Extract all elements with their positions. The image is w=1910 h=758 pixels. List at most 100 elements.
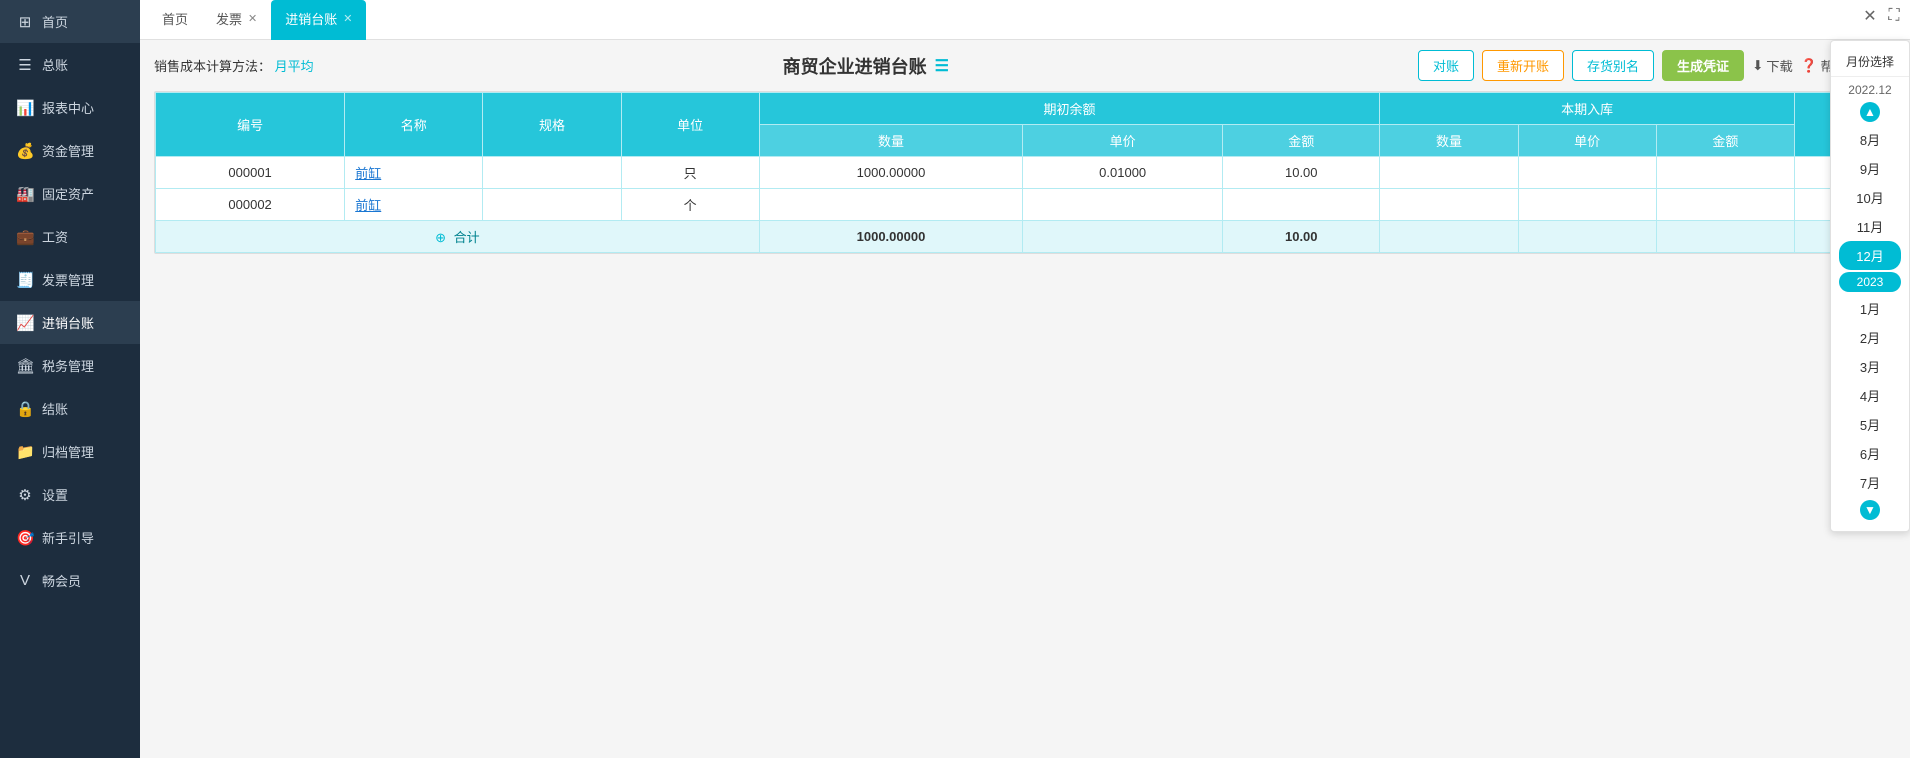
sidebar-label-settings: 设置: [42, 485, 68, 504]
content-area: 销售成本计算方法： 月平均 商贸企业进销台账 ☰ 对账 重新开账 存货别名 生成…: [140, 40, 1910, 758]
sidebar-item-guide[interactable]: 🎯 新手引导: [0, 516, 140, 559]
sidebar-label-invoice-mgmt: 发票管理: [42, 270, 94, 289]
month-prev-button[interactable]: ▲: [1860, 102, 1880, 122]
total-row: ⊕ 合计 1000.00000 10.00: [156, 221, 1895, 253]
tab-bar: 首页 发票 ✕ 进销台账 ✕ ✕ ⛶: [140, 0, 1910, 40]
th-unit-price: 单价: [1023, 125, 1223, 157]
row2-in-qty: [1380, 189, 1518, 221]
month-7[interactable]: 7月: [1831, 468, 1909, 497]
month-2[interactable]: 2月: [1831, 323, 1909, 352]
sidebar-item-member[interactable]: V 畅会员: [0, 559, 140, 602]
total-qty: 1000.00000: [759, 221, 1023, 253]
sidebar-label-ledger: 总账: [42, 55, 68, 74]
home-icon: ⊞: [16, 13, 34, 31]
total-label-cell: ⊕ 合计: [156, 221, 760, 253]
row2-id: 000002: [156, 189, 345, 221]
th-amount: 金额: [1223, 125, 1380, 157]
sidebar-item-ledger[interactable]: ☰ 总账: [0, 43, 140, 86]
month-11[interactable]: 11月: [1831, 212, 1909, 241]
month-4[interactable]: 4月: [1831, 381, 1909, 410]
month-picker-title: 月份选择: [1831, 49, 1909, 77]
row2-in-unit-price: [1518, 189, 1656, 221]
sidebar-label-reports: 报表中心: [42, 98, 94, 117]
sidebar-label-guide: 新手引导: [42, 528, 94, 547]
row1-in-unit-price: [1518, 157, 1656, 189]
th-in-qty: 数量: [1380, 125, 1518, 157]
row1-name[interactable]: 前缸: [345, 157, 483, 189]
settings-icon: ⚙: [16, 486, 34, 504]
row1-amount: 10.00: [1223, 157, 1380, 189]
tab-invoice-close[interactable]: ✕: [248, 12, 257, 25]
month-next-button[interactable]: ▼: [1860, 500, 1880, 520]
payroll-icon: 💼: [16, 228, 34, 246]
table-row: 000001 前缸 只 1000.00000 0.01000 10.00: [156, 157, 1895, 189]
total-in-amount: [1656, 221, 1794, 253]
month-1[interactable]: 1月: [1831, 294, 1909, 323]
sidebar-item-settings[interactable]: ⚙ 设置: [0, 473, 140, 516]
sidebar-item-purchase-sales[interactable]: 📈 进销台账: [0, 301, 140, 344]
row2-spec: [483, 189, 621, 221]
month-3[interactable]: 3月: [1831, 352, 1909, 381]
window-maximize-button[interactable]: ⛶: [1886, 8, 1902, 24]
month-8[interactable]: 8月: [1831, 125, 1909, 154]
purchase-sales-table: 编号 名称 规格 单位 期初余额 本期入库 数 数量 单价 金额 数量 单价: [155, 92, 1895, 253]
total-label: 合计: [454, 230, 480, 245]
sidebar-item-funds[interactable]: 💰 资金管理: [0, 129, 140, 172]
sidebar-item-reports[interactable]: 📊 报表中心: [0, 86, 140, 129]
sidebar-label-tax: 税务管理: [42, 356, 94, 375]
row2-unit: 个: [621, 189, 759, 221]
download-label: 下载: [1766, 56, 1793, 75]
th-name: 名称: [345, 93, 483, 157]
tab-home[interactable]: 首页: [148, 0, 202, 40]
top-info-bar: 销售成本计算方法： 月平均 商贸企业进销台账 ☰ 对账 重新开账 存货别名 生成…: [154, 50, 1896, 81]
sidebar-label-close: 结账: [42, 399, 68, 418]
table-row: 000002 前缸 个: [156, 189, 1895, 221]
month-5[interactable]: 5月: [1831, 410, 1909, 439]
sidebar-item-archive[interactable]: 📁 归档管理: [0, 430, 140, 473]
close-accounts-icon: 🔒: [16, 400, 34, 418]
sidebar-item-payroll[interactable]: 💼 工资: [0, 215, 140, 258]
generate-button[interactable]: 生成凭证: [1662, 50, 1744, 81]
tab-purchase-sales[interactable]: 进销台账 ✕: [271, 0, 366, 40]
page-title-area: 商贸企业进销台账 ☰: [783, 53, 949, 79]
row1-id: 000001: [156, 157, 345, 189]
sidebar-item-tax[interactable]: 🏛 税务管理: [0, 344, 140, 387]
sidebar-item-close[interactable]: 🔒 结账: [0, 387, 140, 430]
tax-icon: 🏛: [16, 357, 34, 375]
archive-icon: 📁: [16, 443, 34, 461]
sidebar-item-assets[interactable]: 🏭 固定资产: [0, 172, 140, 215]
row2-qty: [759, 189, 1023, 221]
download-icon: ⬇: [1752, 58, 1763, 74]
duizhang-button[interactable]: 对账: [1418, 50, 1474, 81]
month-6[interactable]: 6月: [1831, 439, 1909, 468]
tab-purchase-sales-close[interactable]: ✕: [343, 12, 352, 25]
window-close-button[interactable]: ✕: [1862, 8, 1878, 24]
ledger-icon: ☰: [16, 56, 34, 74]
page-title: 商贸企业进销台账: [783, 53, 927, 79]
assets-icon: 🏭: [16, 185, 34, 203]
cunwei-button[interactable]: 存货别名: [1572, 50, 1654, 81]
sidebar-item-invoice-mgmt[interactable]: 🧾 发票管理: [0, 258, 140, 301]
month-10[interactable]: 10月: [1831, 183, 1909, 212]
month-12[interactable]: 12月: [1839, 241, 1901, 270]
total-in-qty: [1380, 221, 1518, 253]
month-nav-down: ▼: [1831, 497, 1909, 523]
tab-invoice-label: 发票: [216, 9, 242, 28]
row2-name[interactable]: 前缸: [345, 189, 483, 221]
reports-icon: 📊: [16, 99, 34, 117]
chongxin-button[interactable]: 重新开账: [1482, 50, 1564, 81]
row1-unit: 只: [621, 157, 759, 189]
tab-invoice[interactable]: 发票 ✕: [202, 0, 271, 40]
month-9[interactable]: 9月: [1831, 154, 1909, 183]
download-button[interactable]: ⬇ 下载: [1752, 56, 1793, 75]
row2-unit-price: [1023, 189, 1223, 221]
help-icon: ❓: [1801, 58, 1818, 74]
sidebar-label-archive: 归档管理: [42, 442, 94, 461]
sidebar-item-home[interactable]: ⊞ 首页: [0, 0, 140, 43]
total-in-unit-price: [1518, 221, 1656, 253]
info-icon[interactable]: ☰: [935, 56, 949, 76]
sidebar-label-member: 畅会员: [42, 571, 81, 590]
row2-amount: [1223, 189, 1380, 221]
purchase-sales-icon: 📈: [16, 314, 34, 332]
toolbar: 对账 重新开账 存货别名 生成凭证 ⬇ 下载 ❓ 帮助 ↻ 刷新: [1418, 50, 1896, 81]
